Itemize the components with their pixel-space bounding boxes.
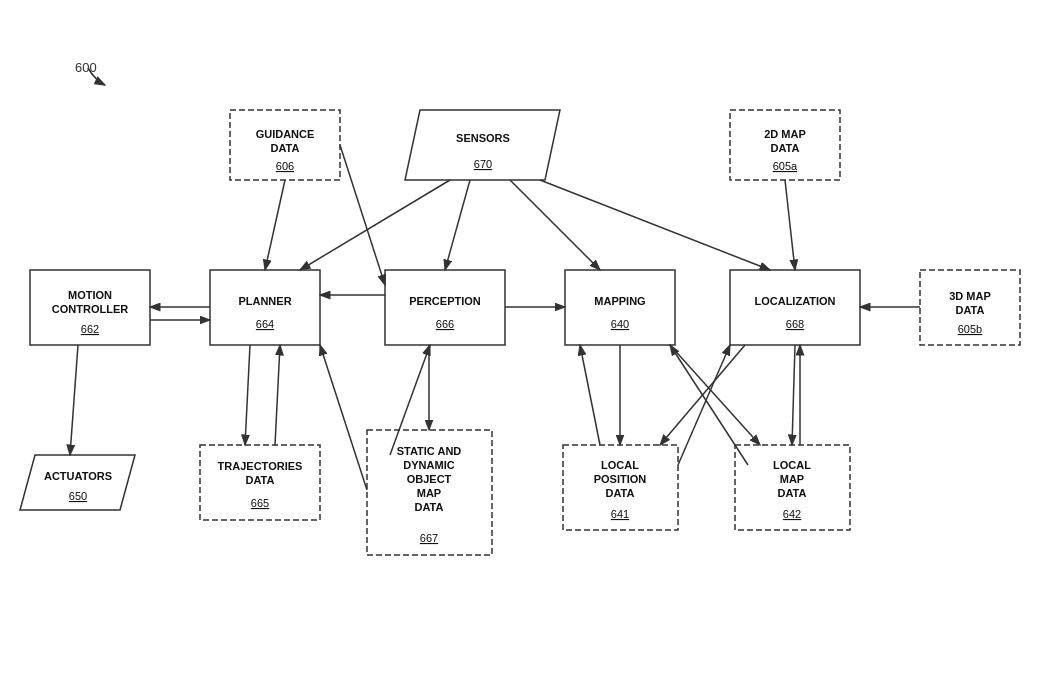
local-map-id: 642: [783, 508, 801, 520]
arrow-2dmap-localization: [785, 180, 795, 270]
static-dynamic-label5: DATA: [415, 501, 444, 513]
arrow-sensors-mapping: [510, 180, 600, 270]
arrow-motion-actuators: [70, 345, 78, 455]
guidance-data-label: GUIDANCE: [256, 128, 315, 140]
arrow-planner-trajectories: [245, 345, 250, 445]
arrow-guidance-perception: [340, 145, 385, 285]
perception-id: 666: [436, 318, 454, 330]
trajectories-label: TRAJECTORIES: [218, 460, 303, 472]
static-dynamic-id: 667: [420, 532, 438, 544]
guidance-data-label2: DATA: [271, 142, 300, 154]
actuators-id: 650: [69, 490, 87, 502]
motion-controller-label2: CONTROLLER: [52, 303, 128, 315]
mapping-box: [565, 270, 675, 345]
diagram-id: 600: [75, 60, 97, 75]
mapping-label: MAPPING: [594, 295, 645, 307]
arrow-localmap-mapping: [670, 345, 748, 465]
planner-box: [210, 270, 320, 345]
arrow-localpos-mapping: [580, 345, 600, 445]
arrow-sensors-localization: [540, 180, 770, 270]
local-map-label3: DATA: [778, 487, 807, 499]
arrow-sensors-perception: [445, 180, 470, 270]
sensors-id: 670: [474, 158, 492, 170]
mapping-id: 640: [611, 318, 629, 330]
perception-label: PERCEPTION: [409, 295, 481, 307]
arrow-trajectories-planner: [275, 345, 280, 445]
motion-controller-label: MOTION: [68, 289, 112, 301]
localization-label: LOCALIZATION: [754, 295, 835, 307]
map-3d-label2: DATA: [956, 304, 985, 316]
guidance-data-id: 606: [276, 160, 294, 172]
localization-box: [730, 270, 860, 345]
trajectories-label2: DATA: [246, 474, 275, 486]
sensors-label: SENSORS: [456, 132, 510, 144]
motion-controller-id: 662: [81, 323, 99, 335]
arrow-mapping-localmap: [670, 345, 760, 445]
perception-box: [385, 270, 505, 345]
arrow-sensors-planner: [300, 180, 450, 270]
local-map-label2: MAP: [780, 473, 804, 485]
map-2d-label: 2D MAP: [764, 128, 806, 140]
arrow-localization-localmap: [792, 345, 795, 445]
diagram: 600 GUIDANCE DATA 606 SENSORS 670 2D MAP…: [0, 0, 1038, 684]
actuators-label: ACTUATORS: [44, 470, 112, 482]
arrow-static-planner: [320, 345, 367, 490]
map-2d-id: 605a: [773, 160, 798, 172]
local-position-id: 641: [611, 508, 629, 520]
static-dynamic-label2: DYNAMIC: [403, 459, 454, 471]
static-dynamic-label3: OBJECT: [407, 473, 452, 485]
map-3d-label: 3D MAP: [949, 290, 991, 302]
map-2d-label2: DATA: [771, 142, 800, 154]
planner-id: 664: [256, 318, 274, 330]
arrow-guidance-planner: [265, 180, 285, 270]
localization-id: 668: [786, 318, 804, 330]
local-position-label1: LOCAL: [601, 459, 639, 471]
static-dynamic-label1: STATIC AND: [397, 445, 462, 457]
local-position-label2: POSITION: [594, 473, 647, 485]
map-3d-id: 605b: [958, 323, 982, 335]
local-map-label1: LOCAL: [773, 459, 811, 471]
planner-label: PLANNER: [238, 295, 291, 307]
local-position-label3: DATA: [606, 487, 635, 499]
static-dynamic-label4: MAP: [417, 487, 441, 499]
trajectories-id: 665: [251, 497, 269, 509]
